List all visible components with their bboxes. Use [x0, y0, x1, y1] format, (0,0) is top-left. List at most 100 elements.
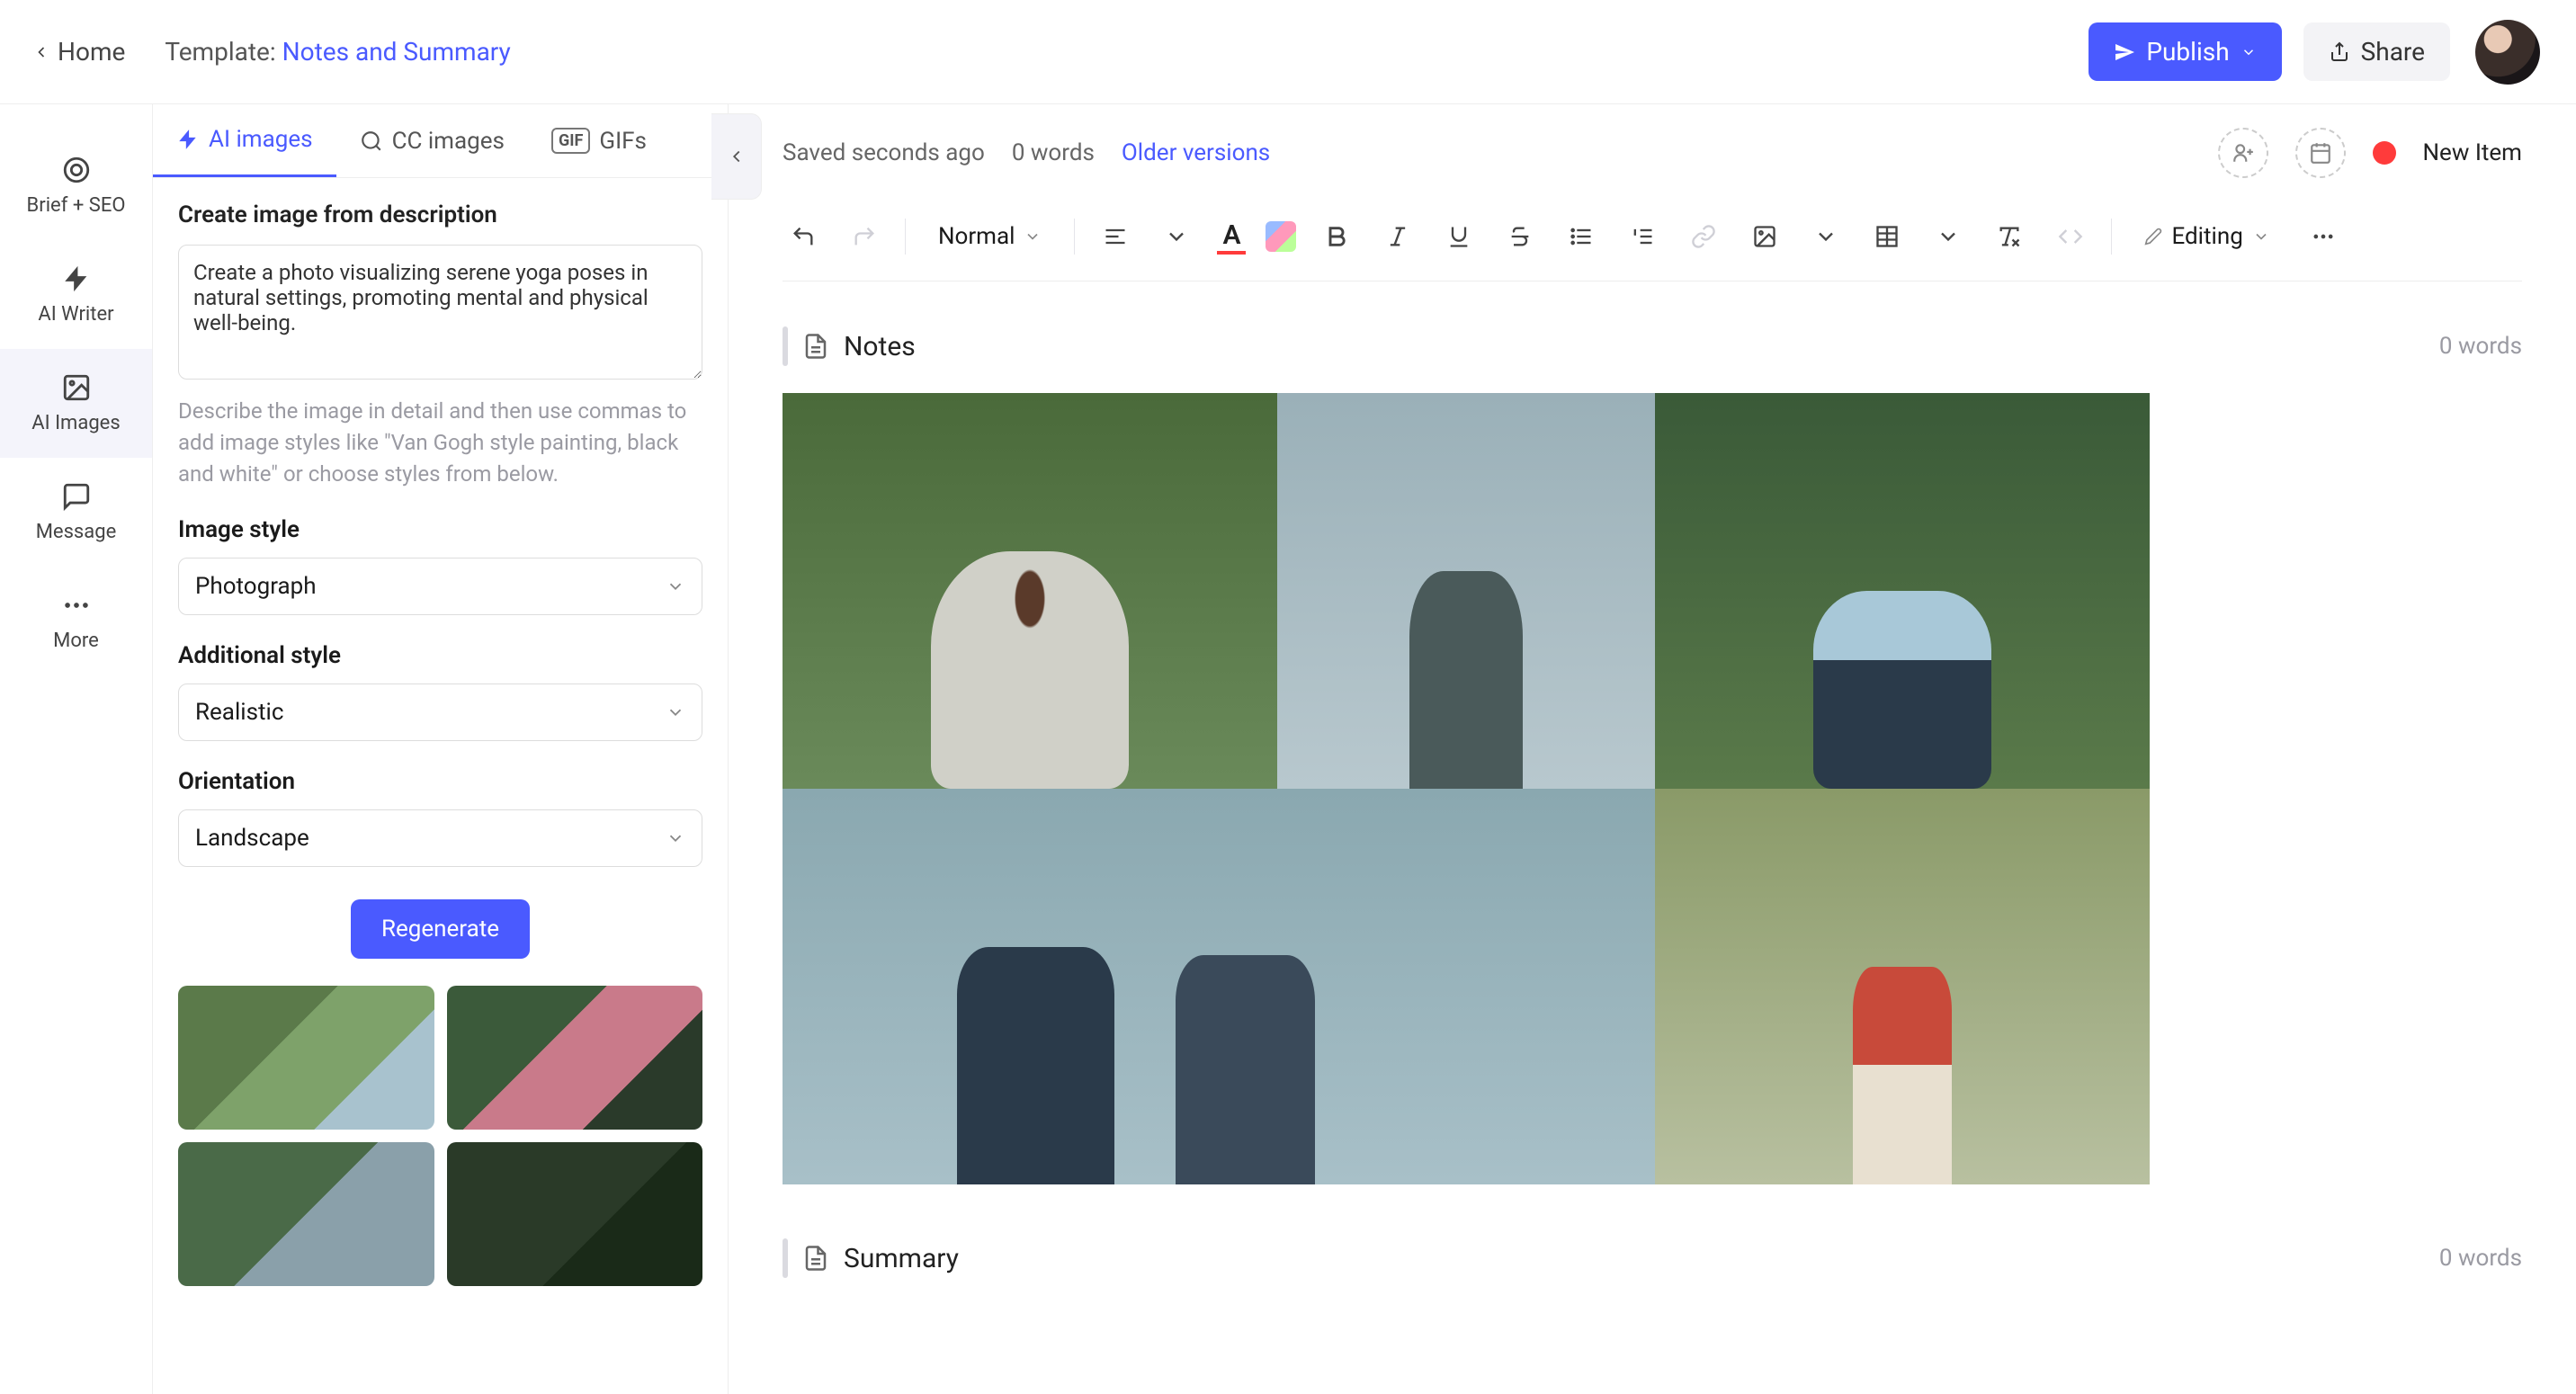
template-name[interactable]: Notes and Summary [282, 37, 511, 67]
thumbnail[interactable] [178, 1142, 434, 1286]
clear-format-button[interactable] [1989, 216, 2030, 257]
user-plus-icon [2232, 141, 2255, 165]
divider [1074, 219, 1075, 255]
table-button[interactable] [1866, 216, 1908, 257]
collapse-panel-button[interactable] [711, 113, 762, 200]
image-icon [61, 372, 92, 403]
chevron-left-icon [32, 43, 50, 61]
section-summary[interactable]: Summary 0 words [783, 1229, 2522, 1287]
home-button[interactable]: Home [18, 28, 139, 76]
older-versions-link[interactable]: Older versions [1122, 139, 1270, 166]
summary-icon [802, 1245, 829, 1272]
link-button [1683, 216, 1724, 257]
prompt-textarea[interactable]: Create a photo visualizing serene yoga p… [178, 245, 702, 380]
tab-ai-images[interactable]: AI images [153, 104, 336, 177]
target-icon [61, 155, 92, 185]
chevron-down-icon [666, 702, 685, 722]
calendar-button[interactable] [2295, 128, 2346, 178]
chevron-down-icon [1024, 228, 1042, 246]
calendar-icon [2309, 141, 2332, 165]
bolt-icon [61, 264, 92, 294]
rail-label: AI Images [31, 412, 120, 434]
thumbnail[interactable] [447, 986, 703, 1130]
message-icon [61, 481, 92, 512]
align-button[interactable] [1095, 216, 1136, 257]
document-body[interactable]: Notes 0 words Summary 0 words [783, 281, 2522, 1323]
bolt-icon [176, 128, 200, 151]
avatar[interactable] [2475, 20, 2540, 85]
paragraph-format-select[interactable]: Normal [926, 216, 1054, 257]
section-word-count: 0 words [2439, 333, 2522, 360]
undo-button[interactable] [783, 216, 824, 257]
section-word-count: 0 words [2439, 1245, 2522, 1272]
redo-button [844, 216, 885, 257]
table-dropdown[interactable] [1928, 216, 1969, 257]
code-icon [2058, 224, 2083, 249]
section-bar [783, 326, 788, 366]
chevron-down-icon [1813, 224, 1838, 249]
highlight-color-button[interactable] [1266, 221, 1296, 252]
chevron-down-icon [1936, 224, 1961, 249]
text-color-button[interactable]: A [1217, 219, 1246, 255]
tab-label: AI images [209, 126, 313, 153]
chevron-down-icon [1164, 224, 1189, 249]
align-left-icon [1103, 224, 1128, 249]
rail-more[interactable]: More [0, 567, 152, 675]
chevron-down-icon [2241, 44, 2257, 60]
mode-value: Editing [2171, 223, 2242, 250]
publish-button[interactable]: Publish [2089, 22, 2281, 81]
ol-button[interactable] [1622, 216, 1663, 257]
image-collage[interactable] [783, 393, 2150, 1184]
bold-icon [1324, 224, 1349, 249]
image-style-select[interactable]: Photograph [178, 558, 702, 615]
section-notes[interactable]: Notes 0 words [783, 317, 2522, 375]
paper-plane-icon [2114, 41, 2135, 63]
format-value: Normal [938, 223, 1015, 250]
dots-icon [2311, 224, 2336, 249]
image-dropdown[interactable] [1805, 216, 1847, 257]
align-dropdown[interactable] [1156, 216, 1197, 257]
bold-button[interactable] [1316, 216, 1357, 257]
side-panel: AI images CC images GIF GIFs Create imag… [153, 104, 729, 1394]
word-count-top: 0 words [1012, 139, 1095, 166]
more-toolbar-button[interactable] [2303, 216, 2344, 257]
image-style-value: Photograph [195, 573, 317, 600]
thumbnail-grid [178, 986, 702, 1286]
editing-mode-select[interactable]: Editing [2132, 216, 2282, 257]
underline-button[interactable] [1438, 216, 1480, 257]
left-rail: Brief + SEO AI Writer AI Images Message … [0, 104, 153, 1394]
italic-icon [1385, 224, 1410, 249]
undo-icon [791, 224, 816, 249]
share-icon [2329, 41, 2350, 63]
image-button[interactable] [1744, 216, 1785, 257]
status-label[interactable]: New Item [2423, 139, 2523, 166]
strikethrough-icon [1507, 224, 1533, 249]
additional-style-label: Additional style [178, 642, 702, 669]
rail-label: Brief + SEO [27, 194, 126, 217]
add-collaborator-button[interactable] [2218, 128, 2268, 178]
home-label: Home [58, 37, 125, 67]
regenerate-button[interactable]: Regenerate [351, 899, 530, 959]
section-title: Notes [844, 331, 2425, 362]
link-icon [1691, 224, 1716, 249]
underline-icon [1446, 224, 1471, 249]
share-button[interactable]: Share [2303, 22, 2450, 81]
rail-label: More [53, 630, 99, 652]
ul-button[interactable] [1561, 216, 1602, 257]
rail-brief-seo[interactable]: Brief + SEO [0, 131, 152, 240]
collage-cell [1277, 393, 1655, 789]
strike-button[interactable] [1499, 216, 1541, 257]
thumbnail[interactable] [178, 986, 434, 1130]
rail-ai-images[interactable]: AI Images [0, 349, 152, 458]
thumbnail[interactable] [447, 1142, 703, 1286]
additional-style-select[interactable]: Realistic [178, 684, 702, 741]
orientation-label: Orientation [178, 768, 702, 795]
rail-ai-writer[interactable]: AI Writer [0, 240, 152, 349]
tab-gifs[interactable]: GIF GIFs [528, 104, 670, 177]
italic-button[interactable] [1377, 216, 1418, 257]
rail-message[interactable]: Message [0, 458, 152, 567]
collage-cell [1655, 393, 2150, 789]
tab-cc-images[interactable]: CC images [336, 104, 528, 177]
image-icon [1752, 224, 1777, 249]
orientation-select[interactable]: Landscape [178, 809, 702, 867]
